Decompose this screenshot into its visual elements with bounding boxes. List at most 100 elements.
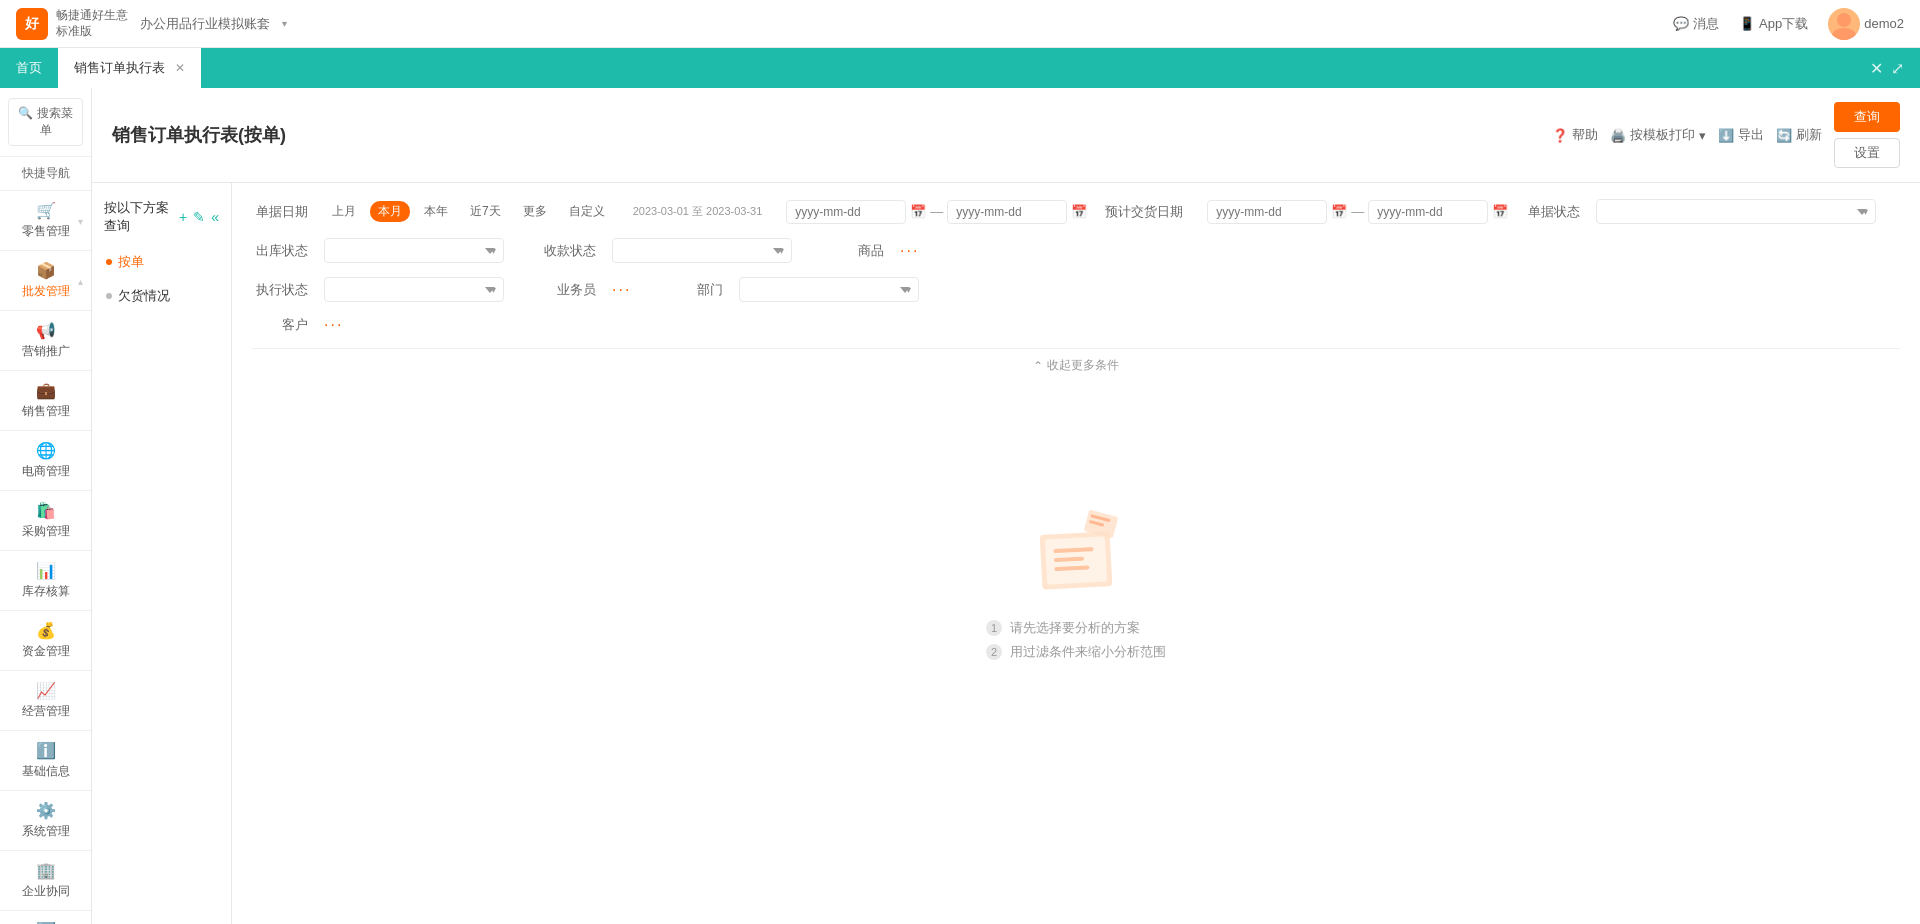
- exec-status-select[interactable]: [324, 277, 504, 302]
- sidebar-section-ecommerce: 🌐 电商管理: [0, 431, 91, 491]
- settings-button[interactable]: 设置: [1834, 138, 1900, 168]
- date-shortcut-custom[interactable]: 自定义: [561, 201, 613, 222]
- sidebar-item-enterprise[interactable]: 🏢 企业协同: [0, 851, 91, 910]
- date-shortcut-this-month[interactable]: 本月: [370, 201, 410, 222]
- header-left: 好 畅捷通好生意 标准版 办公用品行业模拟账套 ▾: [16, 8, 287, 40]
- order-status-label: 单据状态: [1524, 203, 1580, 221]
- panel-container: 按以下方案查询 + ✎ « 按单 欠货情况: [92, 183, 1920, 924]
- collapse-button[interactable]: ⌃ 收起更多条件: [252, 348, 1900, 382]
- filter-area: 单据日期 上月 本月 本年 近7天 更多 自定义 2023-03-01 至 20…: [232, 183, 1920, 924]
- date-shortcut-7days[interactable]: 近7天: [462, 201, 509, 222]
- dept-wrapper: ▾: [739, 277, 919, 302]
- tab-bar-actions: ✕ ⤢: [1870, 59, 1920, 78]
- purchase-icon: 🛍️: [36, 501, 56, 520]
- calendar-from-icon[interactable]: 📅: [910, 204, 926, 219]
- payment-status-select[interactable]: [612, 238, 792, 263]
- print-action[interactable]: 🖨️ 按模板打印 ▾: [1610, 126, 1706, 144]
- export-action[interactable]: ⬇️ 导出: [1718, 126, 1764, 144]
- date-to-input[interactable]: [947, 200, 1067, 224]
- scheme-header-icons: + ✎ «: [179, 209, 219, 225]
- sidebar-section-marketing: 📢 营销推广: [0, 311, 91, 371]
- tab-home[interactable]: 首页: [0, 48, 58, 88]
- product-more-icon[interactable]: ···: [900, 242, 919, 260]
- scheme-item-by-order[interactable]: 按单: [92, 245, 231, 279]
- header-right: 💬 消息 📱 App下载 demo2: [1673, 8, 1904, 40]
- dept-select[interactable]: [739, 277, 919, 302]
- date-label: 单据日期: [252, 203, 308, 221]
- sidebar-item-finance[interactable]: 💰 资金管理: [0, 611, 91, 670]
- customer-more-icon[interactable]: ···: [324, 316, 343, 334]
- search-menu-button[interactable]: 🔍 搜索菜单: [8, 98, 83, 146]
- tab-close-window-icon[interactable]: ✕: [1870, 59, 1883, 78]
- query-button[interactable]: 查询: [1834, 102, 1900, 132]
- operation-icon: 📈: [36, 681, 56, 700]
- scheme-dot-inactive: [106, 293, 112, 299]
- expected-calendar-from-icon[interactable]: 📅: [1331, 204, 1347, 219]
- sidebar-item-sales[interactable]: 💼 销售管理: [0, 371, 91, 430]
- tab-sales-order[interactable]: 销售订单执行表 ✕: [58, 48, 201, 88]
- message-icon: 💬: [1673, 16, 1689, 31]
- sidebar-item-retail[interactable]: 🛒 零售管理 ▾: [0, 191, 91, 250]
- sidebar-item-purchase[interactable]: 🛍️ 采购管理: [0, 491, 91, 550]
- tab-bar: 首页 销售订单执行表 ✕ ✕ ⤢: [0, 48, 1920, 88]
- logo-area: 好 畅捷通好生意 标准版: [16, 8, 128, 40]
- sidebar-search[interactable]: 🔍 搜索菜单: [0, 88, 91, 157]
- sidebar-section-enterprise: 🏢 企业协同: [0, 851, 91, 911]
- date-shortcuts: 上月 本月 本年 近7天 更多 自定义: [324, 201, 613, 222]
- date-shortcut-more[interactable]: 更多: [515, 201, 555, 222]
- tab-expand-icon[interactable]: ⤢: [1891, 59, 1904, 78]
- exec-status-wrapper: ▾: [324, 277, 504, 302]
- sidebar-section-basic: ℹ️ 基础信息: [0, 731, 91, 791]
- date-shortcut-last-month[interactable]: 上月: [324, 201, 364, 222]
- sidebar-section-sales: 💼 销售管理: [0, 371, 91, 431]
- salesperson-more-icon[interactable]: ···: [612, 281, 631, 299]
- content-area: 销售订单执行表(按单) ❓ 帮助 🖨️ 按模板打印 ▾ ⬇️ 导出: [92, 88, 1920, 924]
- wholesale-icon: 📦: [36, 261, 56, 280]
- filter-row-1: 单据日期 上月 本月 本年 近7天 更多 自定义 2023-03-01 至 20…: [252, 199, 1900, 224]
- sidebar-item-wholesale[interactable]: 📦 批发管理 ▴: [0, 251, 91, 310]
- sidebar-item-basic[interactable]: ℹ️ 基础信息: [0, 731, 91, 790]
- sidebar-item-guide[interactable]: 🆕 新手引导: [0, 911, 91, 924]
- sidebar-item-ecommerce[interactable]: 🌐 电商管理: [0, 431, 91, 490]
- header-dropdown-icon[interactable]: ▾: [282, 18, 287, 29]
- expected-date-from-input[interactable]: [1207, 200, 1327, 224]
- stock-status-select[interactable]: [324, 238, 504, 263]
- empty-tips: 1 请先选择要分析的方案 2 用过滤条件来缩小分析范围: [986, 619, 1166, 661]
- quick-nav[interactable]: 快捷导航: [0, 157, 91, 191]
- page-title: 销售订单执行表(按单): [112, 123, 286, 161]
- message-action[interactable]: 💬 消息: [1673, 15, 1719, 33]
- user-profile[interactable]: demo2: [1828, 8, 1904, 40]
- avatar: [1828, 8, 1860, 40]
- inventory-icon: 📊: [36, 561, 56, 580]
- app-download-action[interactable]: 📱 App下载: [1739, 15, 1808, 33]
- date-shortcut-this-year[interactable]: 本年: [416, 201, 456, 222]
- sidebar-item-inventory[interactable]: 📊 库存核算: [0, 551, 91, 610]
- expected-calendar-to-icon[interactable]: 📅: [1492, 204, 1508, 219]
- sidebar-item-marketing[interactable]: 📢 营销推广: [0, 311, 91, 370]
- scheme-collapse-icon[interactable]: «: [211, 209, 219, 225]
- system-icon: ⚙️: [36, 801, 56, 820]
- scheme-item-backorder[interactable]: 欠货情况: [92, 279, 231, 313]
- filter-row-2: 出库状态 ▾ 收款状态 ▾: [252, 238, 1900, 263]
- stock-status-wrapper: ▾: [324, 238, 504, 263]
- sidebar-item-system[interactable]: ⚙️ 系统管理: [0, 791, 91, 850]
- help-action[interactable]: ❓ 帮助: [1552, 126, 1598, 144]
- order-status-select-wrapper: ▾: [1596, 199, 1876, 224]
- expected-date-to-input[interactable]: [1368, 200, 1488, 224]
- basic-icon: ℹ️: [36, 741, 56, 760]
- refresh-action[interactable]: 🔄 刷新: [1776, 126, 1822, 144]
- date-from-input[interactable]: [786, 200, 906, 224]
- retail-icon: 🛒: [36, 201, 56, 220]
- svg-point-0: [1837, 13, 1851, 27]
- print-dropdown-icon[interactable]: ▾: [1699, 128, 1706, 143]
- order-status-select[interactable]: [1596, 199, 1876, 224]
- calendar-to-icon[interactable]: 📅: [1071, 204, 1087, 219]
- page-header-actions: ❓ 帮助 🖨️ 按模板打印 ▾ ⬇️ 导出 🔄 刷新: [1552, 102, 1900, 182]
- sidebar-item-operation[interactable]: 📈 经营管理: [0, 671, 91, 730]
- print-icon: 🖨️: [1610, 128, 1626, 143]
- sidebar-section-system: ⚙️ 系统管理: [0, 791, 91, 851]
- logo-text: 畅捷通好生意 标准版: [56, 8, 128, 39]
- scheme-add-icon[interactable]: +: [179, 209, 187, 225]
- tab-close-icon[interactable]: ✕: [175, 61, 185, 75]
- scheme-edit-icon[interactable]: ✎: [193, 209, 205, 225]
